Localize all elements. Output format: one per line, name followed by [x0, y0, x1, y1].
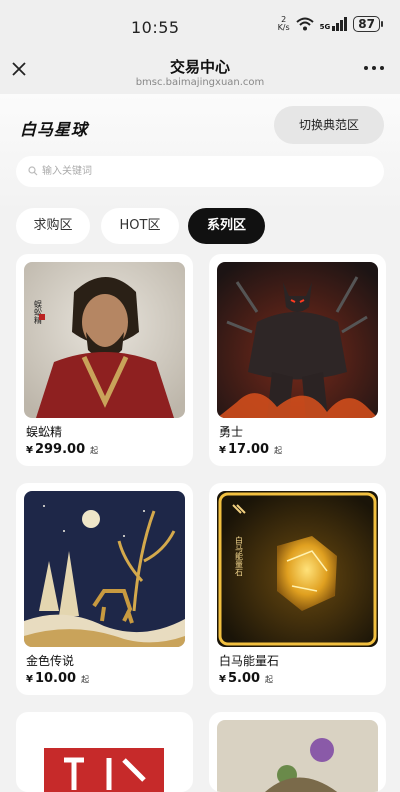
- product-name: 白马能量石: [219, 654, 280, 668]
- product-price: ¥10.00 起: [26, 671, 90, 686]
- network-speed: 2 K/s: [277, 15, 290, 32]
- product-name: 勇士: [219, 425, 244, 439]
- clock: 10:55: [131, 18, 180, 37]
- nav-bar: 交易中心 bmsc.baimajingxuan.com: [0, 44, 400, 94]
- more-icon[interactable]: [364, 66, 384, 70]
- tab-hot[interactable]: HOT区: [101, 208, 179, 244]
- seal-text: 蜈蚣精: [34, 299, 43, 325]
- product-price: ¥299.00 起: [26, 442, 99, 457]
- product-card[interactable]: 勇士 ¥17.00 起: [209, 254, 386, 466]
- stone-label-text: 白马能量石: [235, 535, 244, 577]
- page-title: 交易中心: [169, 58, 230, 76]
- product-image: [24, 720, 185, 792]
- main-content: 白马星球 切换典范区 求购区 HOT区 系列区: [0, 94, 400, 792]
- search-icon: [28, 166, 38, 176]
- product-name: 蜈蚣精: [26, 425, 63, 439]
- product-image: [217, 262, 378, 418]
- product-image: [217, 720, 378, 792]
- product-card[interactable]: 白马能量石 白马能量石 ¥5.00 起: [209, 483, 386, 695]
- product-card[interactable]: 金色传说 ¥10.00 起: [16, 483, 193, 695]
- product-image: 蜈蚣精: [24, 262, 185, 418]
- signal-icon: 5G: [320, 17, 348, 31]
- tab-purchase[interactable]: 求购区: [16, 208, 90, 244]
- status-icons: 2 K/s 5G 87: [277, 15, 383, 32]
- wifi-icon: [296, 17, 314, 31]
- status-bar: 10:55 2 K/s 5G 87: [0, 0, 400, 44]
- product-name: 金色传说: [26, 654, 75, 668]
- product-card[interactable]: [209, 712, 386, 792]
- product-image: [24, 491, 185, 647]
- switch-zone-button[interactable]: 切换典范区: [274, 106, 384, 144]
- search-bar[interactable]: [16, 156, 384, 187]
- product-card[interactable]: [16, 712, 193, 792]
- tab-series[interactable]: 系列区: [188, 208, 265, 244]
- product-card[interactable]: 蜈蚣精 蜈蚣精 ¥299.00 起: [16, 254, 193, 466]
- product-price: ¥17.00 起: [219, 442, 283, 457]
- brand-logo: 白马星球: [20, 120, 89, 139]
- page-url: bmsc.baimajingxuan.com: [135, 77, 265, 88]
- battery-indicator: 87: [353, 16, 383, 32]
- product-price: ¥5.00 起: [219, 671, 274, 686]
- product-image: 白马能量石: [217, 491, 378, 647]
- search-input[interactable]: [42, 156, 362, 187]
